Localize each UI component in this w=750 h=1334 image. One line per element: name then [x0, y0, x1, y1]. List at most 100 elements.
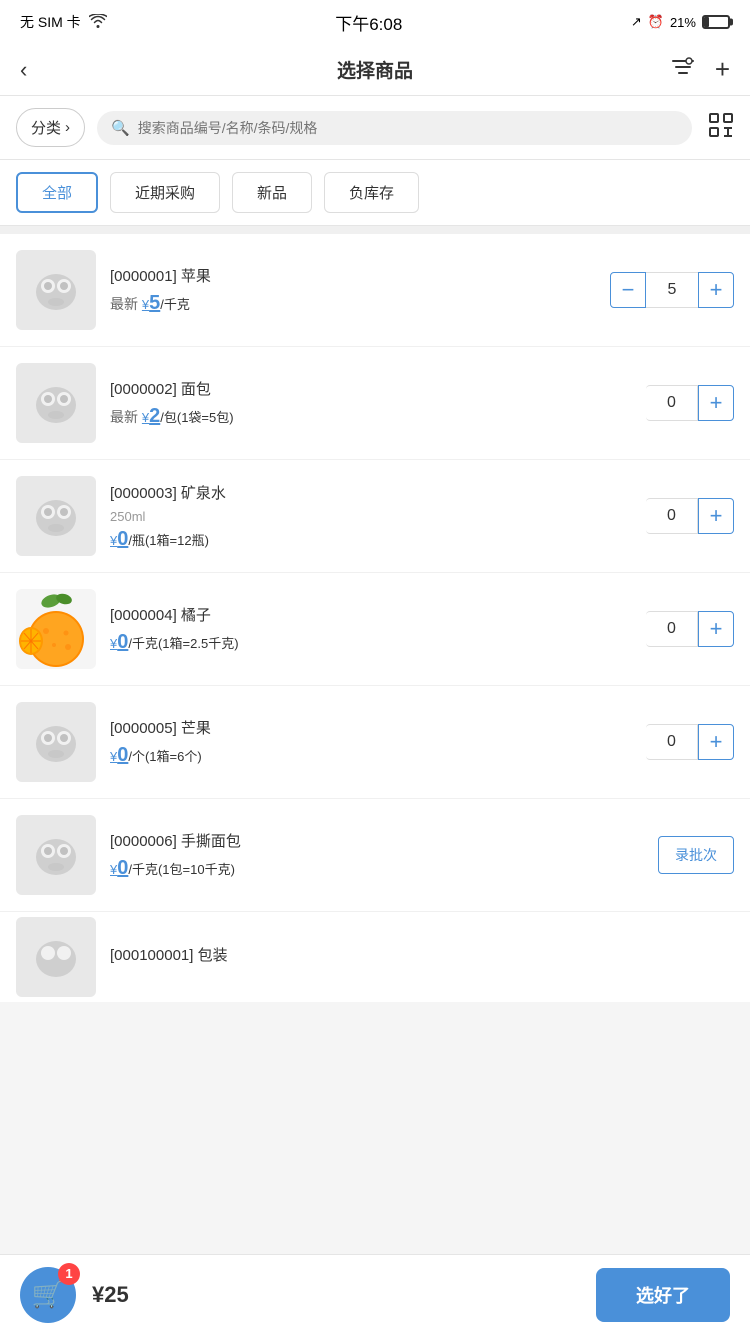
- product-price: ¥0/个(1箱=6个): [110, 744, 632, 767]
- list-item: [0000003] 矿泉水 250ml ¥0/瓶(1箱=12瓶) +: [0, 460, 750, 573]
- confirm-button[interactable]: 选好了: [596, 1268, 730, 1322]
- product-name: [0000004] 橘子: [110, 604, 632, 625]
- product-name: [0000002] 面包: [110, 378, 632, 399]
- separator: [0, 226, 750, 234]
- price-unit: /包(1袋=5包): [160, 410, 233, 425]
- price-label: 最新: [110, 296, 138, 312]
- product-name: [0000003] 矿泉水: [110, 482, 632, 503]
- location-icon: ↗: [631, 14, 642, 30]
- product-info-partial: [000100001] 包装: [110, 944, 734, 971]
- qty-control-0000001: − +: [610, 272, 734, 308]
- status-left: 无 SIM 卡: [20, 12, 107, 32]
- status-bar: 无 SIM 卡 下午6:08 ↗ ⏰ 21%: [0, 0, 750, 44]
- list-item: [0000005] 芒果 ¥0/个(1箱=6个) +: [0, 686, 750, 799]
- price-label: 最新: [110, 409, 138, 425]
- list-item: [0000001] 苹果 最新 ¥5/千克 − +: [0, 234, 750, 347]
- price-value: 0: [117, 528, 128, 550]
- cart-total: ¥25: [92, 1282, 580, 1308]
- nav-actions: +: [671, 54, 730, 85]
- product-price: ¥0/千克(1包=10千克): [110, 857, 644, 880]
- qty-input[interactable]: [646, 611, 698, 647]
- qty-input[interactable]: [646, 724, 698, 760]
- product-spec: 250ml: [110, 509, 632, 524]
- price-unit: /个(1箱=6个): [128, 749, 201, 764]
- cart-icon: 🛒: [32, 1279, 64, 1310]
- toolbar: 分类 › 🔍: [0, 96, 750, 160]
- product-name: [0000001] 苹果: [110, 265, 596, 286]
- qty-input[interactable]: [646, 385, 698, 421]
- list-item: [0000002] 面包 最新 ¥2/包(1袋=5包) +: [0, 347, 750, 460]
- battery-percent: 21%: [670, 15, 696, 30]
- cart-badge: 1: [58, 1263, 80, 1285]
- cart-icon-wrap[interactable]: 🛒 1: [20, 1267, 76, 1323]
- price-value: 0: [117, 631, 128, 653]
- qty-plus-button[interactable]: +: [698, 272, 734, 308]
- search-icon: 🔍: [111, 119, 130, 137]
- qty-plus-button[interactable]: +: [698, 498, 734, 534]
- status-time: 下午6:08: [335, 10, 402, 35]
- price-value: 0: [117, 857, 128, 879]
- qty-minus-button[interactable]: −: [610, 272, 646, 308]
- qty-control-0000004: +: [646, 611, 734, 647]
- product-image-0000001: [16, 250, 96, 330]
- product-image-0000004: [16, 589, 96, 669]
- price-unit: /瓶(1箱=12瓶): [128, 533, 209, 548]
- product-info-0000003: [0000003] 矿泉水 250ml ¥0/瓶(1箱=12瓶): [110, 482, 632, 551]
- product-name: [000100001] 包装: [110, 944, 734, 965]
- product-image-0000002: [16, 363, 96, 443]
- product-info-0000004: [0000004] 橘子 ¥0/千克(1箱=2.5千克): [110, 604, 632, 654]
- tab-all[interactable]: 全部: [16, 172, 98, 213]
- category-button[interactable]: 分类 ›: [16, 108, 85, 147]
- filter-tabs: 全部 近期采购 新品 负库存: [0, 160, 750, 226]
- product-image-0000003: [16, 476, 96, 556]
- list-item: [0000006] 手撕面包 ¥0/千克(1包=10千克) 录批次: [0, 799, 750, 912]
- status-right: ↗ ⏰ 21%: [631, 14, 730, 30]
- category-label: 分类: [31, 117, 61, 138]
- add-icon[interactable]: +: [715, 54, 730, 85]
- product-image-partial: [16, 917, 96, 997]
- battery-icon: [702, 15, 730, 29]
- product-info-0000001: [0000001] 苹果 最新 ¥5/千克: [110, 265, 596, 315]
- record-batch-button[interactable]: 录批次: [658, 836, 734, 874]
- tab-new[interactable]: 新品: [232, 172, 312, 213]
- qty-control-0000005: +: [646, 724, 734, 760]
- product-info-0000005: [0000005] 芒果 ¥0/个(1箱=6个): [110, 717, 632, 767]
- carrier-text: 无 SIM 卡: [20, 12, 81, 32]
- back-button[interactable]: ‹: [20, 57, 64, 83]
- product-info-0000006: [0000006] 手撕面包 ¥0/千克(1包=10千克): [110, 830, 644, 880]
- alarm-icon: ⏰: [648, 14, 664, 30]
- product-price: 最新 ¥2/包(1袋=5包): [110, 405, 632, 428]
- wifi-icon: [89, 14, 107, 31]
- category-arrow: ›: [65, 119, 70, 136]
- scan-icon[interactable]: [708, 112, 734, 144]
- price-unit: /千克: [160, 297, 190, 312]
- qty-plus-button[interactable]: +: [698, 611, 734, 647]
- product-image-0000005: [16, 702, 96, 782]
- price-value: 0: [117, 744, 128, 766]
- product-list: [0000001] 苹果 最新 ¥5/千克 − + [0000002] 面: [0, 234, 750, 1002]
- price-value: 5: [149, 292, 160, 314]
- qty-control-0000003: +: [646, 498, 734, 534]
- price-unit: /千克(1箱=2.5千克): [128, 636, 238, 651]
- qty-control-0000002: +: [646, 385, 734, 421]
- price-value: 2: [149, 405, 160, 427]
- tab-recent[interactable]: 近期采购: [110, 172, 220, 213]
- qty-plus-button[interactable]: +: [698, 724, 734, 760]
- product-name: [0000006] 手撕面包: [110, 830, 644, 851]
- qty-input[interactable]: [646, 272, 698, 308]
- nav-bar: ‹ 选择商品 +: [0, 44, 750, 96]
- product-name: [0000005] 芒果: [110, 717, 632, 738]
- search-bar: 🔍: [97, 111, 692, 145]
- qty-input[interactable]: [646, 498, 698, 534]
- filter-icon[interactable]: [671, 57, 695, 83]
- product-image-0000006: [16, 815, 96, 895]
- product-info-0000002: [0000002] 面包 最新 ¥2/包(1袋=5包): [110, 378, 632, 428]
- product-price: 最新 ¥5/千克: [110, 292, 596, 315]
- page-title: 选择商品: [337, 56, 413, 83]
- product-price: ¥0/千克(1箱=2.5千克): [110, 631, 632, 654]
- price-unit: /千克(1包=10千克): [128, 862, 235, 877]
- search-input[interactable]: [138, 120, 678, 136]
- list-item: [000100001] 包装: [0, 912, 750, 1002]
- qty-plus-button[interactable]: +: [698, 385, 734, 421]
- tab-negative[interactable]: 负库存: [324, 172, 419, 213]
